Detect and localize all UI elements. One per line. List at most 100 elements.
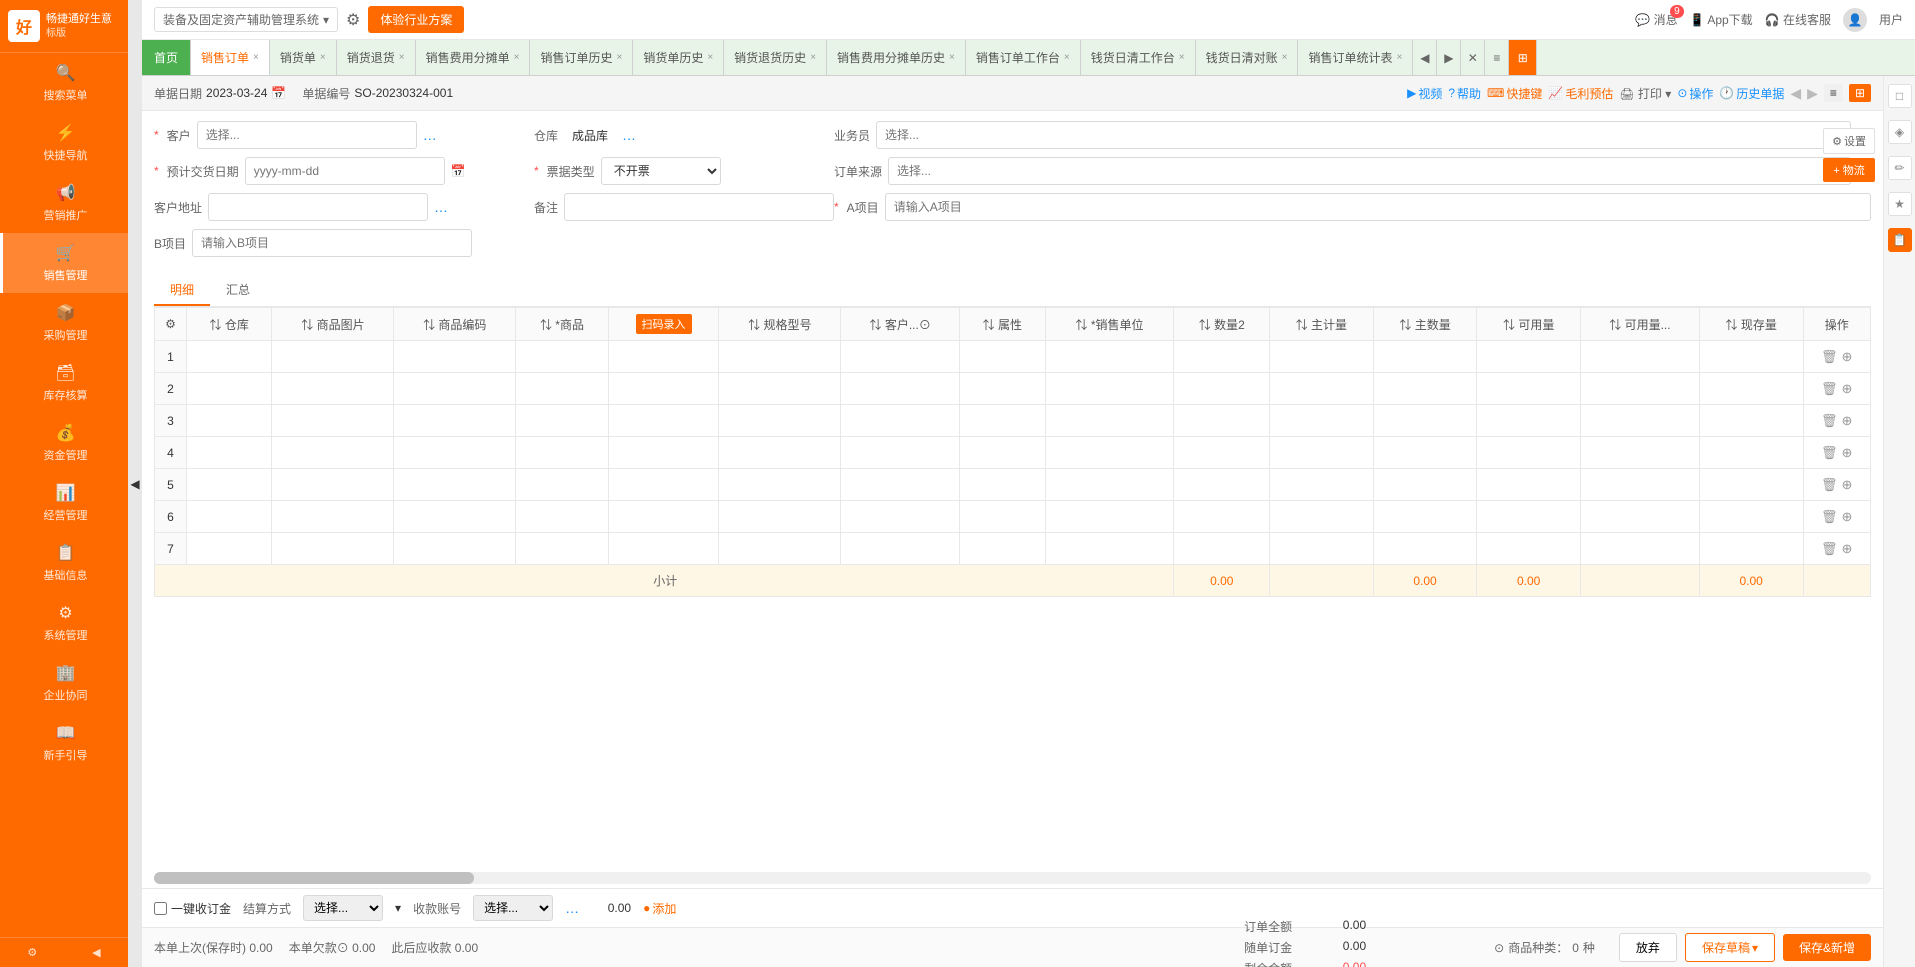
- col-available2[interactable]: ⇅ 可用量...: [1581, 308, 1700, 341]
- col-main-unit[interactable]: ⇅ 主计量: [1270, 308, 1374, 341]
- sidebar-item-quick-nav[interactable]: ⚡ 快捷导航: [0, 113, 128, 173]
- sidebar-collapse-btn[interactable]: ◀: [92, 946, 100, 959]
- sidebar-item-purchase[interactable]: 📦 采购管理: [0, 293, 128, 353]
- online-service-link[interactable]: 🎧 在线客服: [1765, 11, 1831, 28]
- sidebar-item-inventory[interactable]: 🗃 库存核算: [0, 353, 128, 413]
- shortcut-btn[interactable]: ⌨ 快捷键: [1487, 85, 1542, 102]
- row-copy-btn[interactable]: ⊕: [1842, 349, 1853, 365]
- profit-btn[interactable]: 📈 毛利预估: [1548, 85, 1613, 102]
- col-unit[interactable]: ⇅ *销售单位: [1045, 308, 1174, 341]
- tab-cash-daily-clear[interactable]: 钱货日清工作台 ×: [1081, 40, 1196, 75]
- sidebar-item-guide[interactable]: 📖 新手引导: [0, 713, 128, 773]
- right-icon-3[interactable]: ✏: [1888, 156, 1912, 180]
- discard-button[interactable]: 放弃: [1619, 933, 1677, 962]
- col-product[interactable]: ⇅ *商品: [516, 308, 609, 341]
- tab-prev-btn[interactable]: ◀: [1413, 40, 1437, 75]
- account-select[interactable]: 选择...: [473, 895, 553, 921]
- tab-close-icon[interactable]: ×: [1282, 52, 1288, 63]
- list-view-icon[interactable]: ≡: [1824, 84, 1843, 102]
- add-material-btn[interactable]: + 物流: [1823, 158, 1875, 182]
- tab-sales-refund[interactable]: 销货退货 ×: [337, 40, 416, 75]
- sidebar-settings-btn[interactable]: ⚙: [27, 946, 37, 959]
- system-selector[interactable]: 装备及固定资产辅助管理系统 ▾: [154, 7, 338, 32]
- tab-close-icon[interactable]: ×: [320, 52, 326, 63]
- tab-sales-refund-history[interactable]: 销货退货历史 ×: [724, 40, 827, 75]
- customer-addr-more-btn[interactable]: …: [434, 199, 448, 215]
- payment-method-select[interactable]: 选择...: [303, 895, 383, 921]
- sidebar-item-enterprise[interactable]: 🏢 企业协同: [0, 653, 128, 713]
- nav-next-icon[interactable]: ▶: [1807, 85, 1818, 102]
- operate-btn[interactable]: ⊙ 操作: [1677, 85, 1713, 102]
- tab-close-icon[interactable]: ×: [1064, 52, 1070, 63]
- tab-sales-order-stats[interactable]: 销售订单统计表 ×: [1298, 40, 1413, 75]
- delivery-calendar-icon[interactable]: 📅: [451, 164, 466, 178]
- tab-sales-return[interactable]: 销货单 ×: [270, 40, 337, 75]
- sidebar-item-operations[interactable]: 📊 经营管理: [0, 473, 128, 533]
- help-btn[interactable]: ? 帮助: [1448, 85, 1481, 102]
- view-video-btn[interactable]: ▶ 视频: [1407, 85, 1442, 102]
- tab-detail[interactable]: 明细: [154, 275, 210, 306]
- col-main-qty[interactable]: ⇅ 主数量: [1373, 308, 1477, 341]
- right-icon-2[interactable]: ◈: [1888, 120, 1912, 144]
- col-current-stock[interactable]: ⇅ 现存量: [1699, 308, 1803, 341]
- tab-next-btn[interactable]: ▶: [1437, 40, 1461, 75]
- row-copy-btn[interactable]: ⊕: [1842, 509, 1853, 525]
- salesperson-input[interactable]: [876, 121, 1851, 149]
- tab-sales-return-history[interactable]: 销货单历史 ×: [633, 40, 724, 75]
- row-delete-btn[interactable]: 🗑: [1821, 381, 1838, 397]
- tab-close-icon[interactable]: ×: [514, 52, 520, 63]
- tab-sales-expense-history[interactable]: 销售费用分摊单历史 ×: [827, 40, 966, 75]
- a-project-input[interactable]: [885, 193, 1871, 221]
- tab-close-all-btn[interactable]: ✕: [1461, 40, 1485, 75]
- sidebar-item-sales[interactable]: 🛒 销售管理: [0, 233, 128, 293]
- right-icon-1[interactable]: □: [1888, 84, 1912, 108]
- solution-button[interactable]: 体验行业方案: [368, 6, 464, 33]
- order-source-input[interactable]: [888, 157, 1851, 185]
- tab-sales-order-history[interactable]: 销售订单历史 ×: [530, 40, 633, 75]
- row-copy-btn[interactable]: ⊕: [1842, 381, 1853, 397]
- row-copy-btn[interactable]: ⊕: [1842, 445, 1853, 461]
- tab-sales-order-workbench[interactable]: 销售订单工作台 ×: [966, 40, 1081, 75]
- save-draft-button[interactable]: 保存草稿 ▾: [1685, 933, 1775, 962]
- tab-close-icon[interactable]: ×: [810, 52, 816, 63]
- sidebar-item-basic-info[interactable]: 📋 基础信息: [0, 533, 128, 593]
- calendar-icon[interactable]: 📅: [271, 86, 286, 100]
- app-download-link[interactable]: 📱 App下载: [1690, 11, 1753, 28]
- col-available[interactable]: ⇅ 可用量: [1477, 308, 1581, 341]
- user-avatar[interactable]: 👤: [1843, 8, 1867, 32]
- scan-button[interactable]: 扫码录入: [636, 314, 692, 334]
- col-attribute[interactable]: ⇅ 属性: [960, 308, 1045, 341]
- remark-input[interactable]: [564, 193, 834, 221]
- customer-addr-input[interactable]: [208, 193, 428, 221]
- right-icon-5[interactable]: 📋: [1888, 228, 1912, 252]
- col-customer-ref[interactable]: ⇅ 客户...⊙: [841, 308, 960, 341]
- row-copy-btn[interactable]: ⊕: [1842, 477, 1853, 493]
- tab-maximize-btn[interactable]: ⊞: [1509, 40, 1537, 75]
- add-payment-btn[interactable]: ● 添加: [643, 900, 676, 917]
- message-badge[interactable]: 💬 消息 9: [1635, 11, 1677, 28]
- tab-close-icon[interactable]: ×: [1179, 52, 1185, 63]
- warehouse-more-btn[interactable]: …: [622, 127, 636, 143]
- col-product-code[interactable]: ⇅ 商品编码: [394, 308, 516, 341]
- sidebar-item-search[interactable]: 🔍 搜索菜单: [0, 53, 128, 113]
- header-gear-icon[interactable]: ⚙: [346, 10, 360, 30]
- row-delete-btn[interactable]: 🗑: [1821, 477, 1838, 493]
- invoice-type-select[interactable]: 不开票: [601, 157, 721, 185]
- table-scrollbar[interactable]: [154, 872, 1871, 884]
- row-copy-btn[interactable]: ⊕: [1842, 413, 1853, 429]
- customer-more-btn[interactable]: …: [423, 127, 437, 143]
- sidebar-collapse-handle[interactable]: ◀: [128, 0, 142, 967]
- col-spec[interactable]: ⇅ 规格型号: [719, 308, 841, 341]
- tab-close-icon[interactable]: ×: [707, 52, 713, 63]
- b-project-input[interactable]: [192, 229, 472, 257]
- delivery-date-input[interactable]: [245, 157, 445, 185]
- row-delete-btn[interactable]: 🗑: [1821, 509, 1838, 525]
- row-delete-btn[interactable]: 🗑: [1821, 541, 1838, 557]
- sidebar-item-marketing[interactable]: 📢 营销推广: [0, 173, 128, 233]
- row-delete-btn[interactable]: 🗑: [1821, 445, 1838, 461]
- tab-close-icon[interactable]: ×: [616, 52, 622, 63]
- tab-close-icon[interactable]: ×: [949, 52, 955, 63]
- tab-home[interactable]: 首页: [142, 40, 191, 75]
- history-btn[interactable]: 🕐 历史单据: [1719, 85, 1784, 102]
- col-settings[interactable]: ⚙: [155, 308, 187, 341]
